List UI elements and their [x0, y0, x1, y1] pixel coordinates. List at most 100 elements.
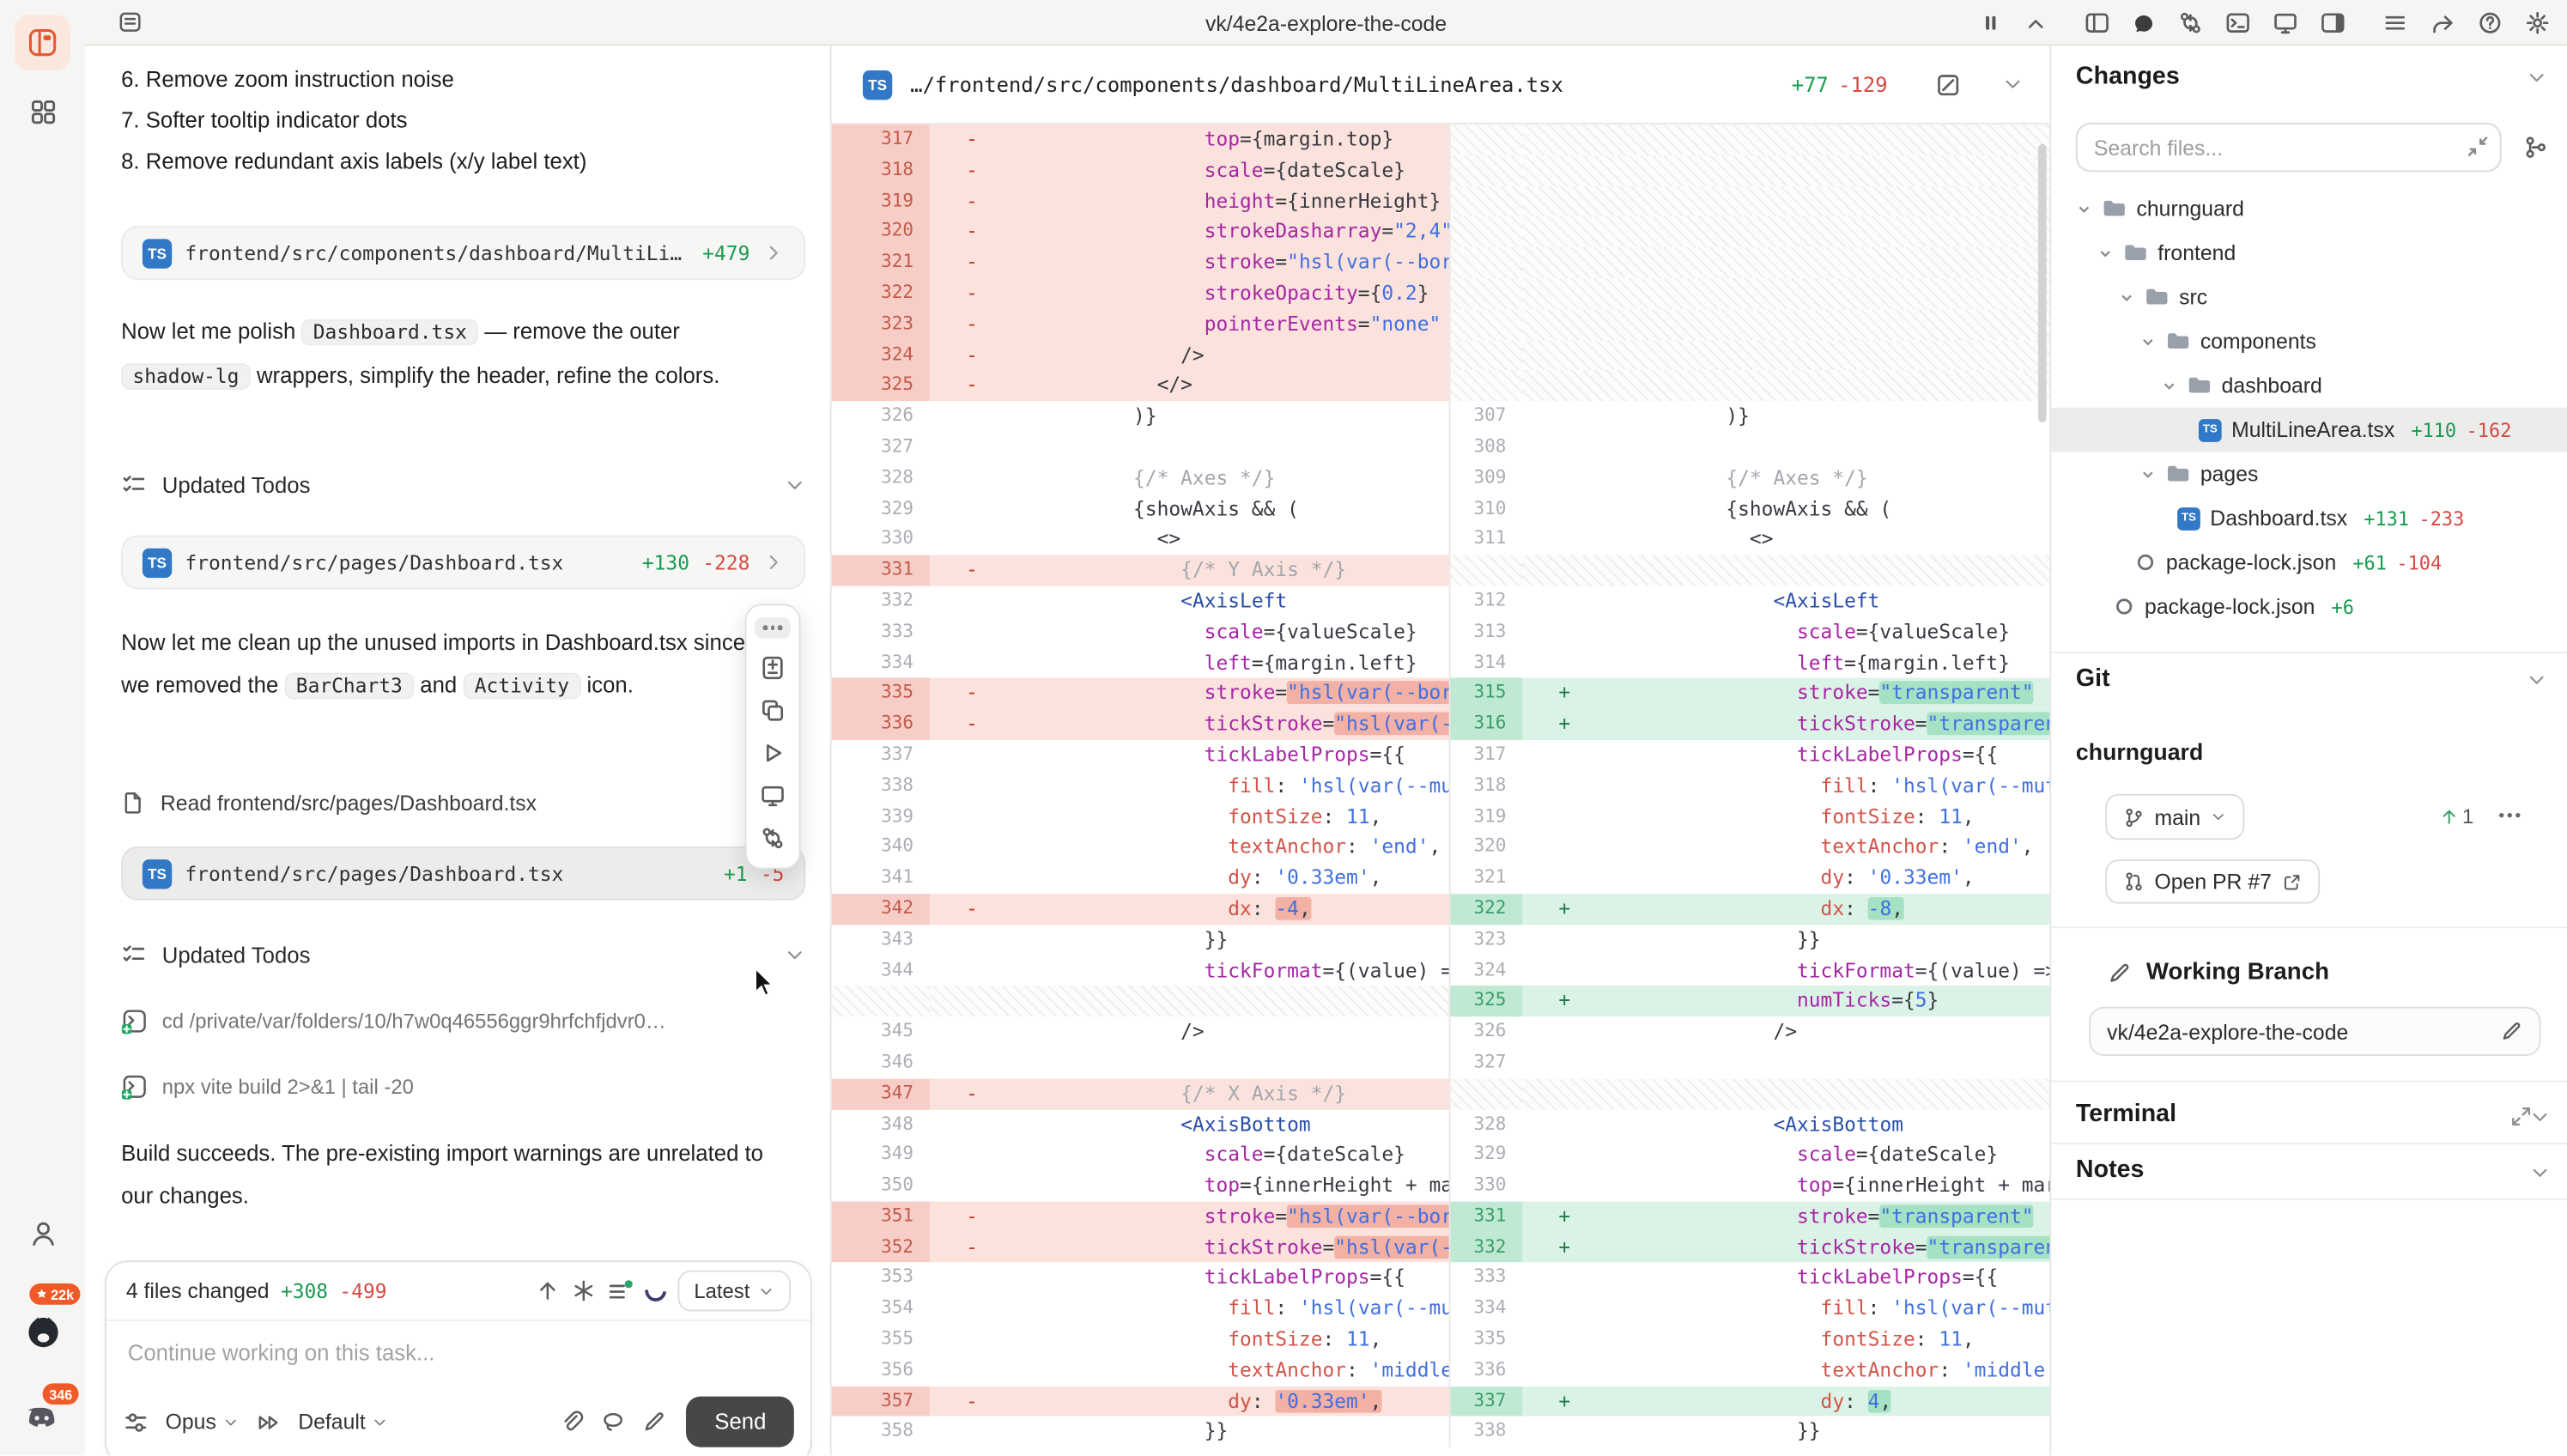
diff-code-line — [1522, 555, 2049, 586]
diff-code-line: - {/* X Axis */} — [930, 1078, 1448, 1109]
git-more-options[interactable] — [2497, 805, 2523, 825]
journal-panel-icon[interactable] — [118, 9, 143, 34]
terminal-command-row[interactable]: npx vite build 2>&1 | tail -20 — [121, 1067, 805, 1107]
collapse-diff-icon[interactable] — [2002, 74, 2024, 95]
scroll-up-button[interactable] — [535, 1278, 560, 1303]
monitor-icon[interactable] — [760, 782, 786, 809]
edit-pencil-icon[interactable] — [2500, 1020, 2523, 1043]
more-options-icon[interactable] — [755, 617, 791, 639]
send-button[interactable]: Send — [687, 1397, 794, 1447]
tree-file-package-lock.json[interactable]: package-lock.json+61-104 — [2051, 540, 2567, 584]
collapse-changes-icon[interactable] — [2526, 67, 2547, 88]
active-workspace-tab[interactable] — [15, 15, 70, 70]
diff-line-number: 321 — [832, 247, 930, 278]
file-diff-chip-dashboard-2[interactable]: TS frontend/src/pages/Dashboard.tsx +1 -… — [121, 846, 805, 901]
panel-left-button[interactable] — [2084, 9, 2110, 36]
collapse-git-icon[interactable] — [2526, 670, 2547, 691]
diff-line-number: 334 — [832, 647, 930, 678]
collapse-inward-icon[interactable] — [2466, 134, 2491, 159]
run-play-icon[interactable] — [760, 740, 786, 767]
terminal-button[interactable] — [2224, 9, 2251, 36]
help-button[interactable] — [2477, 9, 2503, 36]
settings-gear-button[interactable] — [2524, 9, 2551, 36]
lasso-icon[interactable] — [602, 1410, 627, 1435]
collapse-up-button[interactable] — [2024, 10, 2048, 35]
working-branch-box[interactable]: vk/4e2a-explore-the-code — [2089, 1007, 2540, 1056]
message-input[interactable]: Continue working on this task... — [106, 1321, 810, 1390]
settings-sliders-icon[interactable] — [123, 1409, 149, 1435]
titlebar: vk/4e2a-explore-the-code — [85, 0, 2567, 46]
diff-code-line: scale={dateScale} — [1522, 1140, 2049, 1171]
share-button[interactable] — [2430, 9, 2456, 36]
fast-forward-icon[interactable] — [256, 1409, 282, 1435]
git-compare-icon[interactable] — [760, 825, 786, 852]
copy-icon[interactable] — [760, 697, 786, 724]
snapshot-icon[interactable] — [571, 1278, 596, 1303]
version-selector[interactable]: Latest — [677, 1271, 791, 1312]
collapse-terminal-icon[interactable] — [2529, 1107, 2551, 1128]
notes-section-title: Notes — [2076, 1156, 2144, 1183]
tree-folder-dashboard[interactable]: dashboard — [2051, 363, 2567, 407]
git-compare-button[interactable] — [2177, 9, 2204, 36]
tree-options-icon[interactable] — [2523, 134, 2550, 161]
terminal-command-row[interactable]: cd /private/var/folders/10/h7w0q46556ggr… — [121, 1002, 805, 1041]
text-run: Build succeeds. The pre-existing import … — [121, 1141, 763, 1207]
menu-button[interactable] — [2382, 9, 2409, 36]
diff-line-number: 324 — [1449, 956, 1523, 986]
diff-scrollbar[interactable] — [2038, 144, 2047, 422]
account-button[interactable] — [0, 1218, 85, 1249]
tree-file-MultiLineArea.tsx[interactable]: TSMultiLineArea.tsx+110-162 — [2051, 408, 2567, 452]
tree-folder-src[interactable]: src — [2051, 275, 2567, 318]
diff-line-number — [1449, 278, 1523, 309]
added-count: +77 — [1792, 72, 1829, 97]
pause-button[interactable] — [1979, 11, 2002, 34]
updated-todos-row[interactable]: Updated Todos — [121, 933, 805, 976]
inline-code: shadow-lg — [121, 362, 251, 389]
diff-line-number: 321 — [1449, 863, 1523, 894]
files-changed-label[interactable]: 4 files changed — [126, 1278, 270, 1303]
diff-options-icon[interactable] — [1935, 71, 1962, 98]
updated-todos-row[interactable]: Updated Todos — [121, 464, 805, 507]
assistant-message: Now let me polish Dashboard.tsx — remove… — [121, 311, 766, 397]
collapse-notes-icon[interactable] — [2529, 1162, 2551, 1184]
discord-link[interactable] — [0, 1406, 85, 1434]
tree-folder-frontend[interactable]: frontend — [2051, 231, 2567, 275]
left-rail: 22k 346 — [0, 0, 85, 1455]
diff-code-line: - stroke="hsl(var(--border))" — [930, 247, 1448, 278]
file-diff-chip-multilinearea[interactable]: TS frontend/src/components/dashboard/Mul… — [121, 226, 805, 280]
commits-ahead[interactable]: 1 — [2439, 805, 2473, 828]
removed-count: -233 — [2418, 507, 2464, 530]
workspaces-grid-button[interactable] — [15, 83, 70, 139]
checklist-icon — [121, 471, 148, 498]
read-file-row[interactable]: Read frontend/src/pages/Dashboard.tsx — [121, 782, 805, 822]
tree-folder-churnguard[interactable]: churnguard — [2051, 186, 2567, 230]
model-selector[interactable]: Opus — [166, 1410, 240, 1435]
added-count: +1 — [724, 862, 748, 885]
added-count: +308 — [281, 1279, 328, 1302]
diff-rows: 317- top={margin.top}318- scale={dateSca… — [832, 124, 2050, 1455]
mode-selector[interactable]: Default — [298, 1410, 388, 1435]
removed-count: -129 — [1838, 72, 1887, 97]
diff-code-line: + dx: -8, — [1522, 894, 2049, 925]
chat-bubble-button[interactable] — [2132, 10, 2157, 35]
branch-selector[interactable]: main — [2105, 794, 2244, 840]
checklist-icon — [121, 941, 148, 968]
diff-code-line: fontSize: 11, — [1522, 801, 2049, 832]
todos-status-icon[interactable] — [607, 1277, 634, 1304]
search-files-input[interactable] — [2076, 123, 2502, 172]
tree-folder-components[interactable]: components — [2051, 319, 2567, 363]
pen-icon[interactable] — [642, 1410, 667, 1435]
diff-line-number — [1449, 309, 1523, 340]
panel-right-button[interactable] — [2320, 9, 2346, 36]
tree-file-Dashboard.tsx[interactable]: TSDashboard.tsx+131-233 — [2051, 496, 2567, 540]
open-pr-button[interactable]: Open PR #7 — [2105, 859, 2319, 903]
diff-row: 333 scale={valueScale}313 scale={valueSc… — [832, 616, 2050, 647]
file-diff-chip-dashboard[interactable]: TS frontend/src/pages/Dashboard.tsx +130… — [121, 536, 805, 590]
file-diff-icon[interactable] — [760, 655, 786, 682]
tree-folder-pages[interactable]: pages — [2051, 452, 2567, 495]
attachment-icon[interactable] — [561, 1410, 586, 1435]
monitor-button[interactable] — [2273, 9, 2299, 36]
diff-code-line: - scale={dateScale} — [930, 155, 1448, 186]
tree-file-package-lock.json[interactable]: package-lock.json+6 — [2051, 585, 2567, 628]
github-link[interactable] — [0, 1313, 85, 1350]
